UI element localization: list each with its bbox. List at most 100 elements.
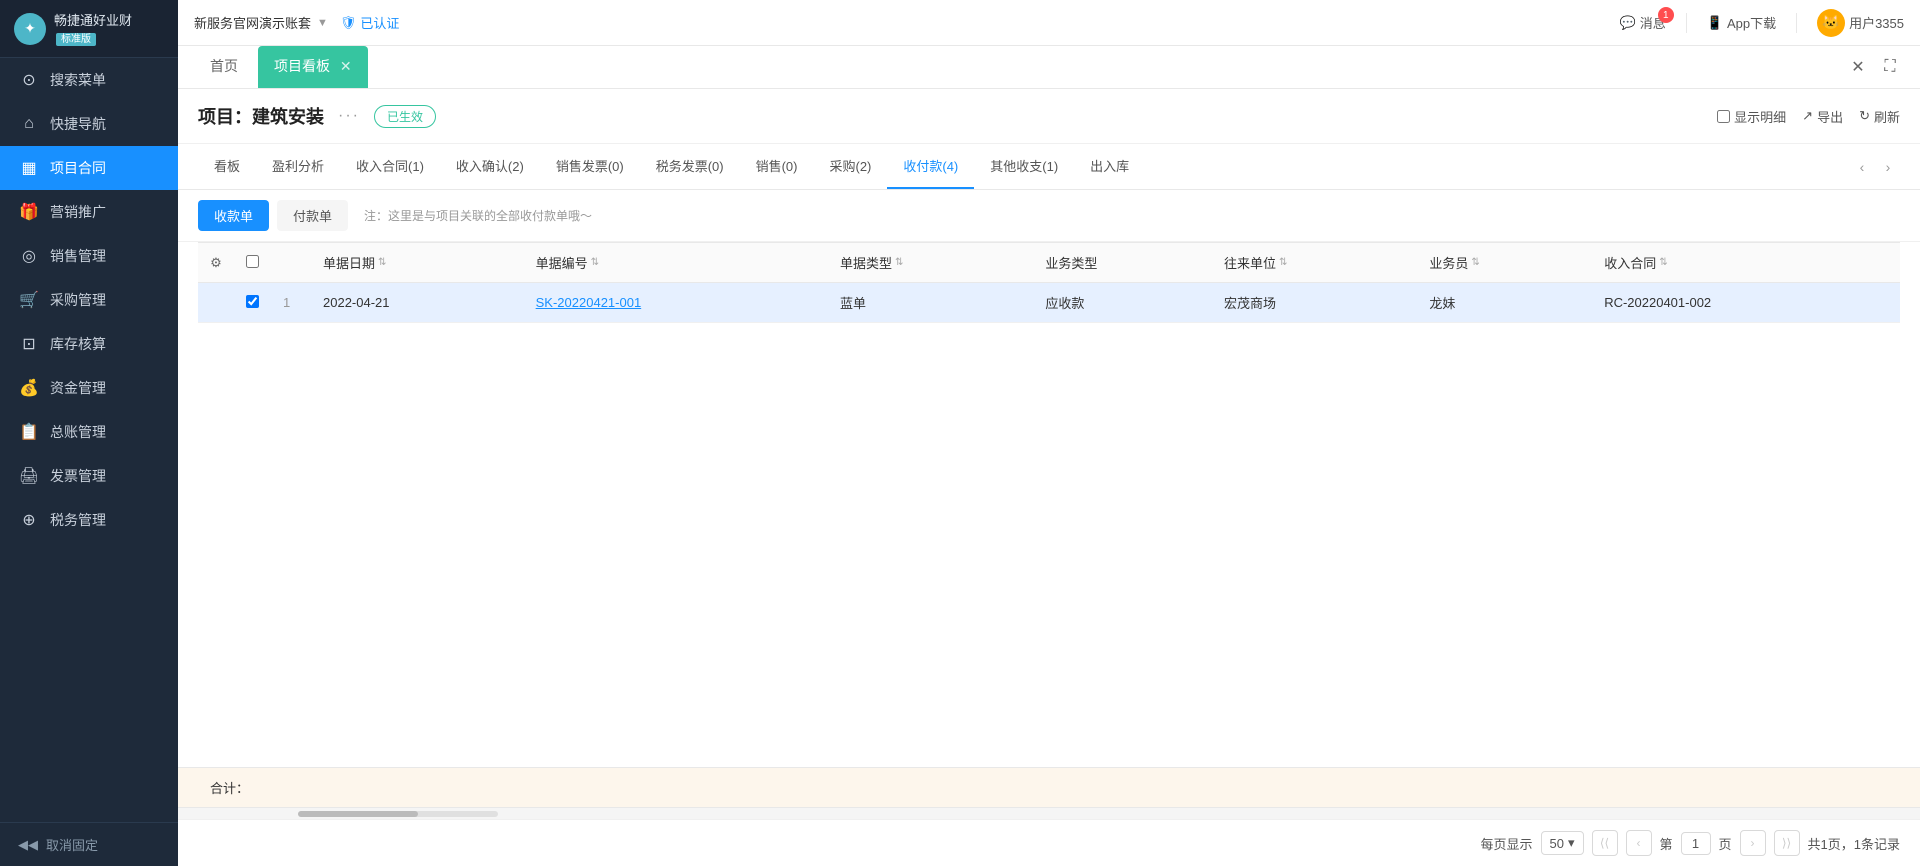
sub-tab-sales-invoice[interactable]: 销售发票(0) (540, 144, 640, 189)
per-page-label: 每页显示 (1480, 834, 1532, 853)
sidebar-label-sales: 销售管理 (50, 246, 106, 266)
sub-tab-income-confirm[interactable]: 收入确认(2) (440, 144, 540, 189)
tab-home[interactable]: 首页 (194, 46, 254, 88)
sidebar-item-tax[interactable]: ⊕ 税务管理 (0, 498, 178, 542)
inner-tabbar: 收款单 付款单 注：这里是与项目关联的全部收付款单哦～ (178, 190, 1920, 242)
select-all-checkbox[interactable] (246, 255, 259, 268)
tab-project-board[interactable]: 项目看板 ✕ (258, 46, 368, 88)
page-label: 第 (1660, 834, 1673, 853)
sort-salesperson-icon: ⇅ (1471, 257, 1479, 268)
inner-tab-payment[interactable]: 付款单 (277, 200, 348, 231)
unpin-button[interactable]: ◀◀ 取消固定 (0, 822, 178, 866)
th-income-contract[interactable]: 收入合同⇅ (1592, 243, 1900, 283)
sidebar-item-invoice[interactable]: 🖨 发票管理 (0, 454, 178, 498)
sidebar-item-marketing[interactable]: 🎁 营销推广 (0, 190, 178, 234)
sub-tab-purchase[interactable]: 采购(2) (813, 144, 887, 189)
sidebar-label-tax: 税务管理 (50, 510, 106, 530)
sidebar-item-purchase[interactable]: 🛒 采购管理 (0, 278, 178, 322)
sub-tab-warehouse[interactable]: 出入库 (1074, 144, 1145, 189)
sidebar-item-ledger[interactable]: 📋 总账管理 (0, 410, 178, 454)
sub-tab-profit[interactable]: 盈利分析 (256, 144, 340, 189)
sub-tab-kanban[interactable]: 看板 (198, 144, 256, 189)
scroll-thumb[interactable] (298, 811, 418, 817)
sidebar-item-sales[interactable]: ◎ 销售管理 (0, 234, 178, 278)
sub-tab-kanban-label: 看板 (214, 159, 240, 174)
message-badge: 1 (1658, 7, 1674, 23)
prev-page-button[interactable]: ‹ (1626, 830, 1652, 856)
sub-tabs-prev-button[interactable]: ‹ (1850, 155, 1874, 179)
scroll-track[interactable] (298, 811, 498, 817)
sub-tab-other-label: 其他收支(1) (990, 159, 1058, 174)
th-partner[interactable]: 往来单位⇅ (1212, 243, 1417, 283)
sub-tab-sales-label: 销售(0) (756, 159, 798, 174)
export-button[interactable]: ↗ 导出 (1802, 107, 1843, 126)
tab-actions: ✕ ⛶ (1844, 53, 1904, 81)
td-salesperson: 龙妹 (1417, 283, 1592, 323)
sub-tab-tax-invoice[interactable]: 税务发票(0) (640, 144, 740, 189)
phone-icon: 📱 (1707, 15, 1723, 31)
tab-home-label: 首页 (210, 58, 238, 74)
th-salesperson[interactable]: 业务员⇅ (1417, 243, 1592, 283)
sub-tab-sales[interactable]: 销售(0) (740, 144, 814, 189)
sub-tabs-next-button[interactable]: › (1876, 155, 1900, 179)
sidebar-item-project[interactable]: ▦ 项目合同 (0, 146, 178, 190)
first-page-button[interactable]: ⟨⟨ (1592, 830, 1618, 856)
per-page-select[interactable]: 50 ▾ (1541, 831, 1584, 855)
app-download-button[interactable]: 📱 App下载 (1707, 13, 1776, 32)
per-page-dropdown-icon: ▾ (1568, 835, 1575, 851)
user-button[interactable]: 🐱 用户3355 (1817, 9, 1904, 37)
account-selector[interactable]: 新服务官网演示账套 ▼ (194, 13, 328, 32)
th-date[interactable]: 单据日期⇅ (311, 243, 524, 283)
project-header: 项目：建筑安装 ··· 已生效 显示明细 ↗ 导出 ↻ 刷新 (178, 89, 1920, 144)
sidebar-label-invoice: 发票管理 (50, 466, 106, 486)
th-type[interactable]: 单据类型⇅ (828, 243, 1033, 283)
project-name: 建筑安装 (252, 107, 324, 127)
th-type-label: 单据类型 (840, 253, 892, 272)
td-checkbox[interactable] (234, 283, 271, 323)
sub-tab-payment[interactable]: 收付款(4) (887, 144, 974, 189)
maximize-button[interactable]: ⛶ (1876, 53, 1904, 81)
row-checkbox[interactable] (246, 295, 259, 308)
sub-tab-income-contract[interactable]: 收入合同(1) (340, 144, 440, 189)
sidebar-item-finance[interactable]: 💰 资金管理 (0, 366, 178, 410)
verified-label: 已认证 (360, 13, 399, 32)
show-detail-input[interactable] (1717, 110, 1730, 123)
refresh-button[interactable]: ↻ 刷新 (1859, 107, 1900, 126)
ledger-icon: 📋 (18, 422, 40, 442)
th-code[interactable]: 单据编号⇅ (524, 243, 828, 283)
more-options-button[interactable]: ··· (338, 107, 360, 125)
last-page-button[interactable]: ⟩⟩ (1774, 830, 1800, 856)
main-area: 新服务官网演示账套 ▼ 🛡 已认证 💬 消息 1 📱 App下载 🐱 用户335… (178, 0, 1920, 866)
th-settings[interactable]: ⚙ (198, 243, 234, 283)
table-row[interactable]: 1 2022-04-21 SK-20220421-001 蓝单 应收款 (198, 283, 1900, 323)
settings-icon[interactable]: ⚙ (210, 255, 222, 270)
unpin-label: 取消固定 (46, 835, 98, 854)
project-icon: ▦ (18, 158, 40, 178)
topbar: 新服务官网演示账套 ▼ 🛡 已认证 💬 消息 1 📱 App下载 🐱 用户335… (178, 0, 1920, 46)
export-label: 导出 (1817, 107, 1843, 126)
current-page-input[interactable]: 1 (1681, 832, 1711, 855)
unpin-icon: ◀◀ (18, 837, 38, 853)
row-biz-type: 应收款 (1045, 296, 1084, 311)
topbar-right: 💬 消息 1 📱 App下载 🐱 用户3355 (1620, 9, 1904, 37)
sub-tab-other[interactable]: 其他收支(1) (974, 144, 1074, 189)
sidebar-item-quicknav[interactable]: ⌂ 快捷导航 (0, 102, 178, 146)
horizontal-scrollbar[interactable] (178, 807, 1920, 819)
show-detail-checkbox[interactable]: 显示明细 (1717, 107, 1786, 126)
tab-close-icon[interactable]: ✕ (340, 58, 352, 74)
th-date-label: 单据日期 (323, 253, 375, 272)
message-button[interactable]: 💬 消息 1 (1620, 13, 1666, 32)
gift-icon: 🎁 (18, 202, 40, 222)
sort-contract-icon: ⇅ (1659, 257, 1667, 268)
sidebar-label-marketing: 营销推广 (50, 202, 106, 222)
td-type: 蓝单 (828, 283, 1033, 323)
row-code-link[interactable]: SK-20220421-001 (536, 295, 642, 310)
sidebar-label-quicknav: 快捷导航 (50, 114, 106, 134)
sidebar-item-search[interactable]: ⊙ 搜索菜单 (0, 58, 178, 102)
close-window-button[interactable]: ✕ (1844, 53, 1872, 81)
next-page-button[interactable]: › (1740, 830, 1766, 856)
th-salesperson-label: 业务员 (1429, 253, 1468, 272)
sidebar-item-inventory[interactable]: ⊡ 库存核算 (0, 322, 178, 366)
inner-tab-receipt[interactable]: 收款单 (198, 200, 269, 231)
td-code[interactable]: SK-20220421-001 (524, 283, 828, 323)
